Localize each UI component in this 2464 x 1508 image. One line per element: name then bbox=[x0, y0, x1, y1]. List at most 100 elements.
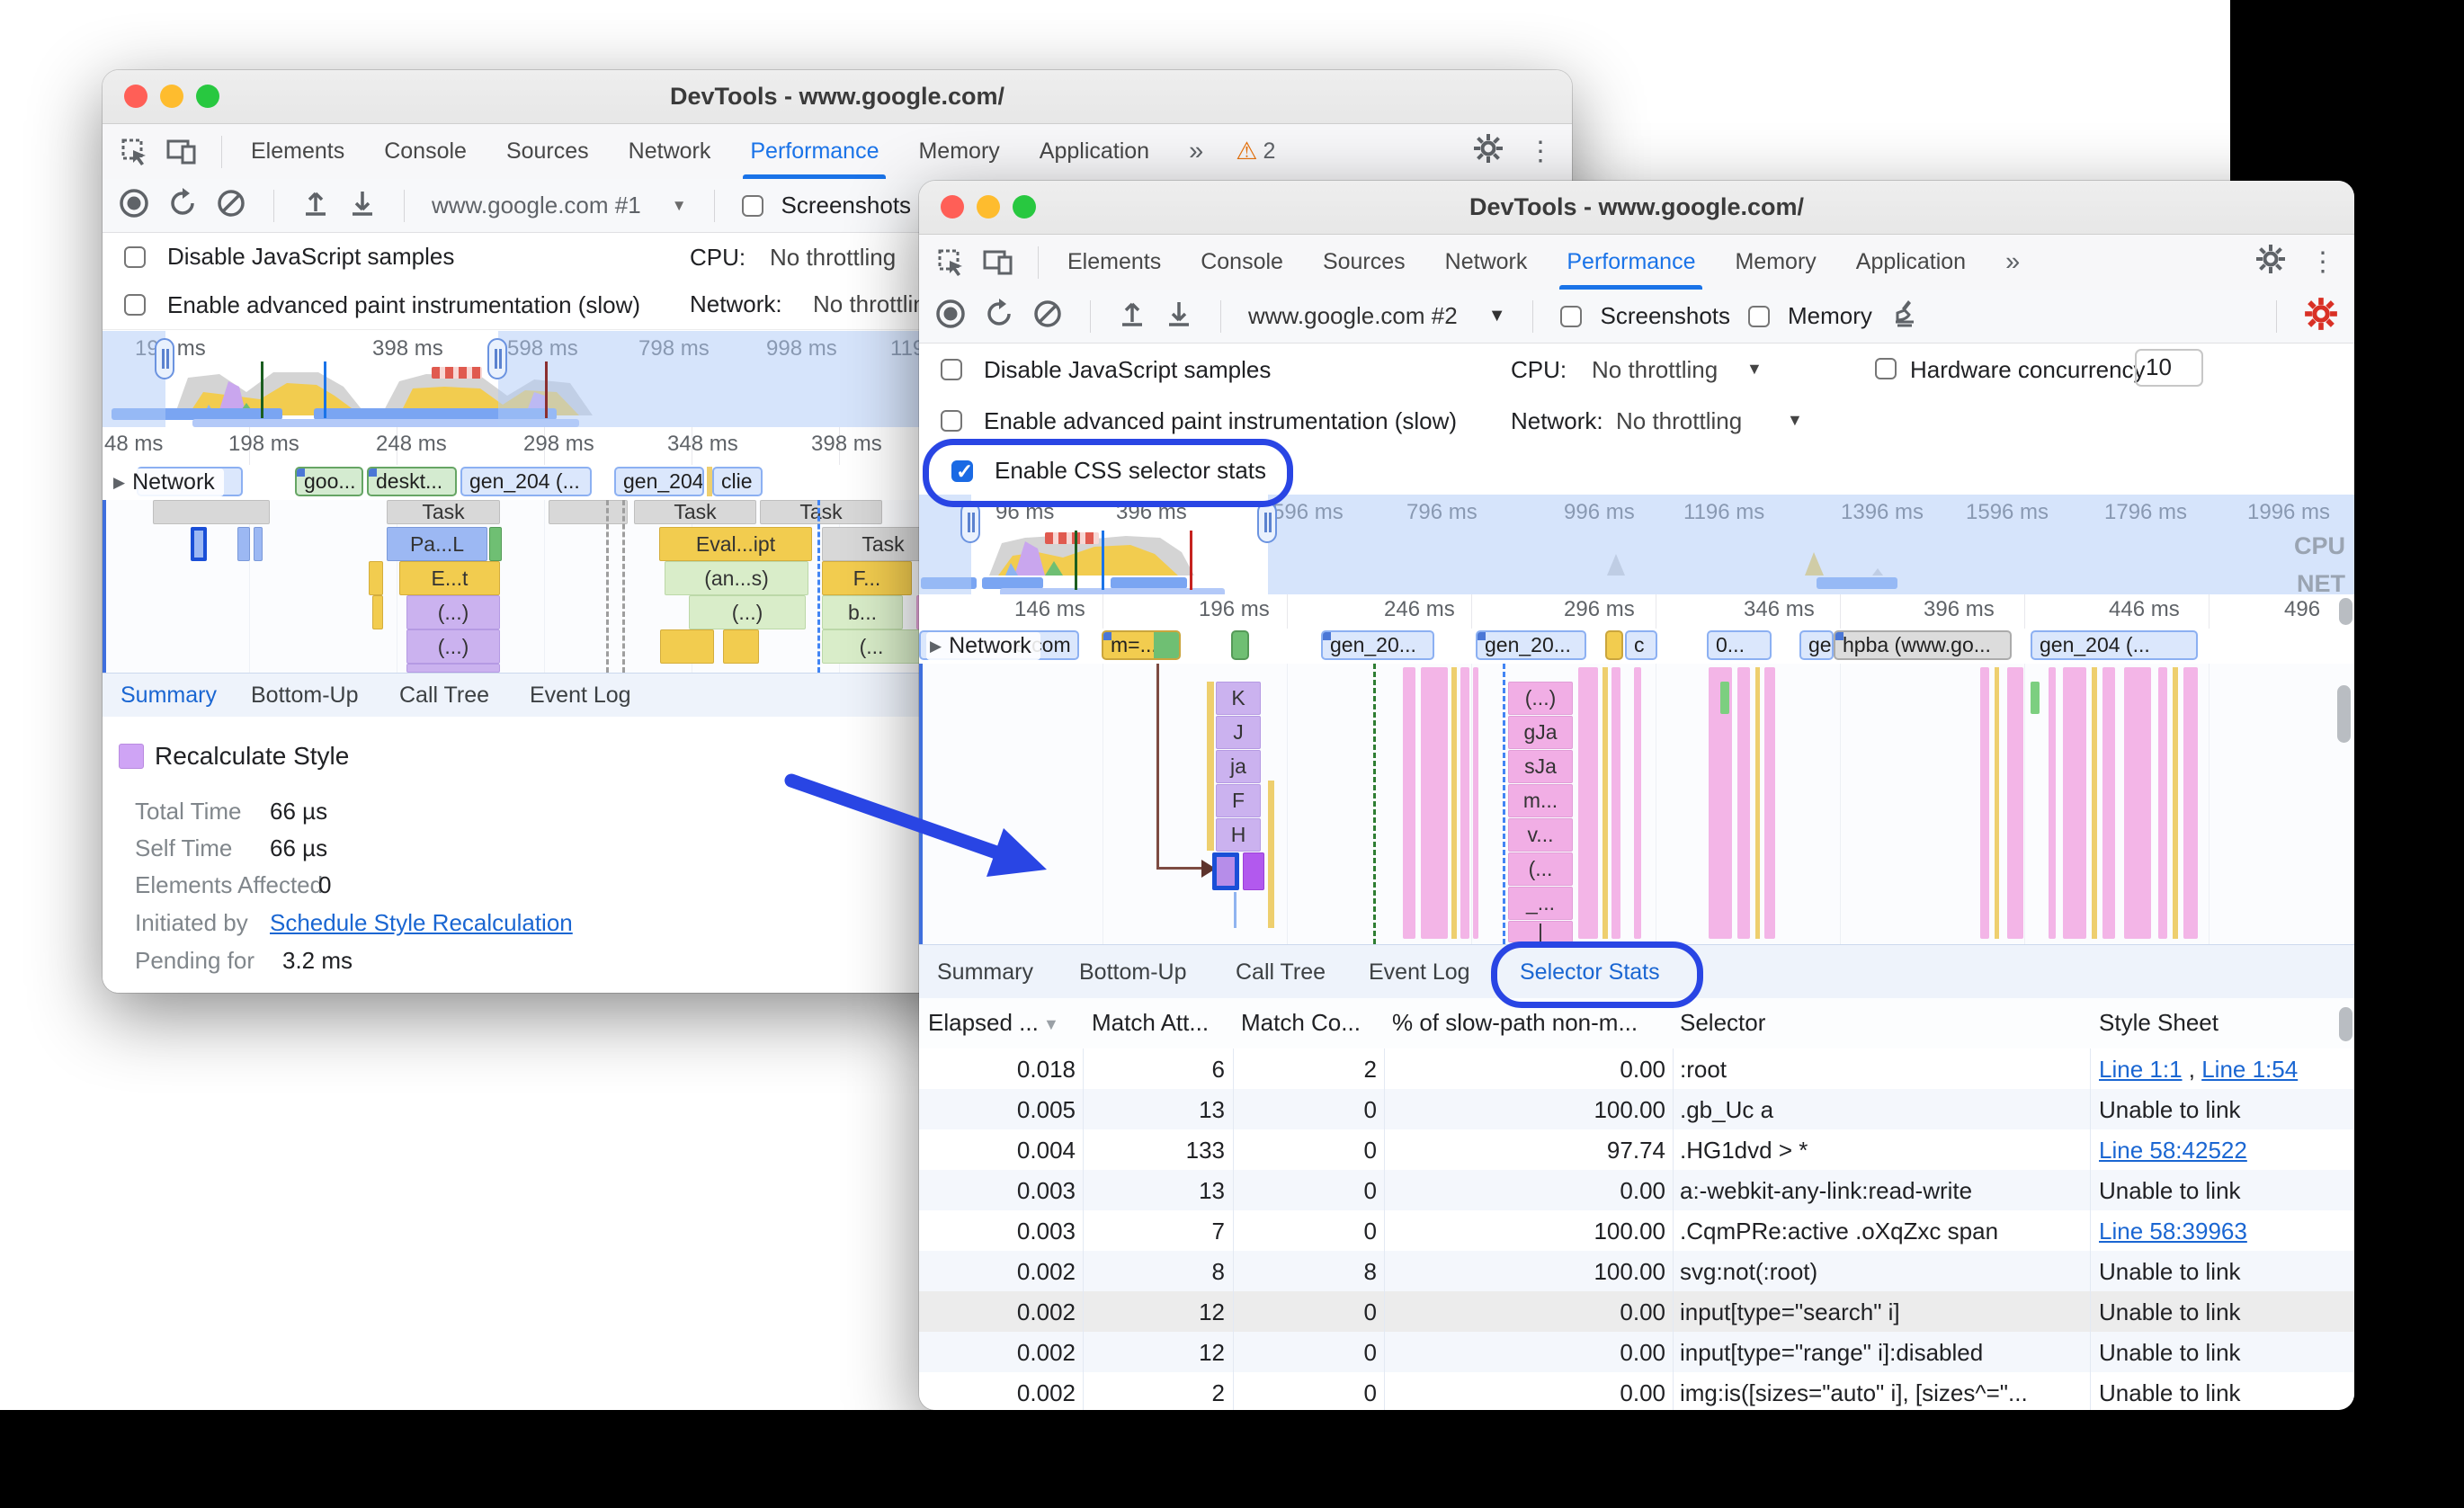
tab-summary[interactable]: Summary bbox=[937, 945, 1033, 999]
table-row[interactable]: 0.003 13 0 0.00 a:-webkit-any-link:read-… bbox=[919, 1170, 2354, 1210]
issues-badge[interactable]: ⚠ 2 bbox=[1236, 138, 1275, 165]
network-track[interactable]: e.com ▶ Network m=... gen_20... gen_20...… bbox=[919, 629, 2354, 665]
disable-js-checkbox[interactable] bbox=[124, 245, 146, 268]
stylesheet-link[interactable]: Line 1:1 bbox=[2099, 1056, 2183, 1083]
col-style-sheet[interactable]: Style Sheet bbox=[2099, 1009, 2218, 1037]
tab-application[interactable]: Application bbox=[1836, 235, 1986, 290]
device-toolbar-icon[interactable] bbox=[165, 136, 198, 168]
tab-console[interactable]: Console bbox=[364, 124, 487, 179]
history-select[interactable]: www.google.com #1 bbox=[432, 192, 641, 219]
kebab-menu-icon[interactable]: ⋮ bbox=[2309, 246, 2336, 278]
save-profile-icon[interactable] bbox=[1165, 299, 1193, 334]
inspect-element-icon[interactable] bbox=[935, 246, 968, 279]
inspect-element-icon[interactable] bbox=[119, 136, 151, 168]
selection-handle-right[interactable] bbox=[487, 338, 507, 379]
table-row[interactable]: 0.002 8 8 100.00 svg:not(:root) Unable t… bbox=[919, 1251, 2354, 1291]
selection-handle-left[interactable] bbox=[155, 338, 174, 379]
network-throttle-select[interactable]: No throttling bbox=[1616, 407, 1742, 435]
paint-instrumentation-checkbox[interactable] bbox=[124, 294, 146, 316]
stylesheet-link[interactable]: Line 1:54 bbox=[2201, 1056, 2298, 1083]
flame-chart[interactable]: K J ja F H (...) gJa sJa m... v... (... … bbox=[919, 664, 2354, 944]
network-request[interactable] bbox=[1231, 630, 1249, 660]
tab-console[interactable]: Console bbox=[1181, 235, 1303, 290]
tab-elements[interactable]: Elements bbox=[1048, 235, 1181, 290]
scrollbar-thumb[interactable] bbox=[2337, 685, 2351, 743]
selected-event[interactable] bbox=[191, 527, 207, 561]
selection-handle-right[interactable] bbox=[1257, 502, 1277, 543]
record-button[interactable] bbox=[935, 299, 966, 334]
network-request[interactable]: gen_204 (... bbox=[460, 467, 592, 496]
table-row[interactable]: 0.018 6 2 0.00 :root Line 1:1 , Line 1:5… bbox=[919, 1048, 2354, 1089]
network-track-label[interactable]: ▶ Network bbox=[926, 632, 1040, 660]
initiator-link[interactable]: Schedule Style Recalculation bbox=[270, 909, 573, 937]
col-match-count[interactable]: Match Co... bbox=[1241, 1009, 1361, 1037]
col-selector[interactable]: Selector bbox=[1680, 1009, 1765, 1037]
tab-network[interactable]: Network bbox=[609, 124, 731, 179]
selected-event[interactable] bbox=[1212, 852, 1239, 890]
more-tabs-button[interactable]: » bbox=[1169, 124, 1223, 179]
settings-gear-icon[interactable] bbox=[2255, 244, 2286, 281]
reload-and-record-button[interactable] bbox=[167, 188, 198, 223]
network-request[interactable]: goo... bbox=[295, 467, 363, 496]
cpu-throttle-select[interactable]: No throttling bbox=[770, 244, 896, 272]
save-profile-icon[interactable] bbox=[348, 188, 377, 223]
clear-recording-button[interactable] bbox=[216, 188, 246, 223]
tab-bottom-up[interactable]: Bottom-Up bbox=[251, 674, 358, 718]
tab-memory[interactable]: Memory bbox=[898, 124, 1019, 179]
tab-performance[interactable]: Performance bbox=[730, 124, 898, 179]
col-slow-path[interactable]: % of slow-path non-m... bbox=[1392, 1009, 1638, 1037]
gc-broom-icon[interactable] bbox=[1890, 299, 1921, 334]
network-request[interactable]: m=... bbox=[1102, 630, 1181, 660]
network-request[interactable]: ge bbox=[1799, 630, 1834, 660]
tab-memory[interactable]: Memory bbox=[1715, 235, 1835, 290]
paint-instrumentation-checkbox[interactable] bbox=[941, 410, 962, 432]
more-tabs-button[interactable]: » bbox=[1986, 235, 2040, 290]
tab-sources[interactable]: Sources bbox=[1303, 235, 1425, 290]
titlebar[interactable]: DevTools - www.google.com/ bbox=[919, 181, 2354, 235]
network-request[interactable]: hpba (www.go... bbox=[1834, 630, 2012, 660]
history-select[interactable]: www.google.com #2 bbox=[1248, 302, 1458, 330]
tab-call-tree[interactable]: Call Tree bbox=[1236, 945, 1326, 999]
load-profile-icon[interactable] bbox=[1118, 299, 1147, 334]
col-match-attempts[interactable]: Match Att... bbox=[1092, 1009, 1209, 1037]
network-request[interactable] bbox=[1605, 630, 1623, 660]
record-button[interactable] bbox=[119, 188, 149, 223]
network-request[interactable]: gen_204 (... bbox=[2031, 630, 2198, 660]
css-selector-stats-checkbox[interactable]: ✓ bbox=[951, 460, 973, 483]
hardware-concurrency-checkbox[interactable] bbox=[1875, 358, 1897, 379]
table-row[interactable]: 0.002 12 0 0.00 input[type="range" i]:di… bbox=[919, 1332, 2354, 1372]
tab-event-log[interactable]: Event Log bbox=[1369, 945, 1470, 999]
col-elapsed[interactable]: Elapsed ... bbox=[928, 1009, 1039, 1037]
kebab-menu-icon[interactable]: ⋮ bbox=[1527, 136, 1554, 167]
load-profile-icon[interactable] bbox=[301, 188, 330, 223]
table-row[interactable]: 0.004 133 0 97.74 .HG1dvd > * Line 58:42… bbox=[919, 1129, 2354, 1170]
network-request[interactable]: clie bbox=[712, 467, 763, 496]
clear-recording-button[interactable] bbox=[1032, 299, 1063, 334]
hardware-concurrency-input[interactable]: 10 bbox=[2135, 349, 2203, 387]
device-toolbar-icon[interactable] bbox=[982, 246, 1014, 279]
reload-and-record-button[interactable] bbox=[984, 299, 1014, 334]
stylesheet-link[interactable]: Line 58:42522 bbox=[2099, 1137, 2247, 1164]
memory-checkbox[interactable] bbox=[1748, 305, 1771, 327]
network-request[interactable]: 0... bbox=[1707, 630, 1772, 660]
tab-elements[interactable]: Elements bbox=[231, 124, 364, 179]
table-row[interactable]: 0.003 7 0 100.00 .CqmPRe:active .oXqZxc … bbox=[919, 1210, 2354, 1251]
tab-selector-stats[interactable]: Selector Stats bbox=[1520, 945, 1660, 999]
scrollbar-thumb[interactable] bbox=[2339, 1007, 2352, 1041]
stylesheet-link[interactable]: Line 58:39963 bbox=[2099, 1218, 2247, 1245]
network-request[interactable]: gen_20... bbox=[1476, 630, 1586, 660]
selection-handle-left[interactable] bbox=[960, 502, 980, 543]
tab-network[interactable]: Network bbox=[1425, 235, 1548, 290]
tab-application[interactable]: Application bbox=[1020, 124, 1169, 179]
tab-summary[interactable]: Summary bbox=[121, 674, 217, 718]
tab-sources[interactable]: Sources bbox=[487, 124, 609, 179]
network-request[interactable]: c bbox=[1625, 630, 1657, 660]
table-row[interactable]: 0.005 13 0 100.00 .gb_Uc a Unable to lin… bbox=[919, 1089, 2354, 1129]
disable-js-checkbox[interactable] bbox=[941, 359, 962, 380]
table-row[interactable]: 0.002 12 0 0.00 input[type="search" i] U… bbox=[919, 1291, 2354, 1332]
settings-gear-active-icon[interactable] bbox=[2304, 297, 2338, 335]
cpu-throttle-select[interactable]: No throttling bbox=[1592, 356, 1718, 384]
network-request[interactable]: deskt... bbox=[367, 467, 457, 496]
network-track-label[interactable]: ▶ Network bbox=[110, 468, 224, 496]
tab-event-log[interactable]: Event Log bbox=[530, 674, 631, 718]
